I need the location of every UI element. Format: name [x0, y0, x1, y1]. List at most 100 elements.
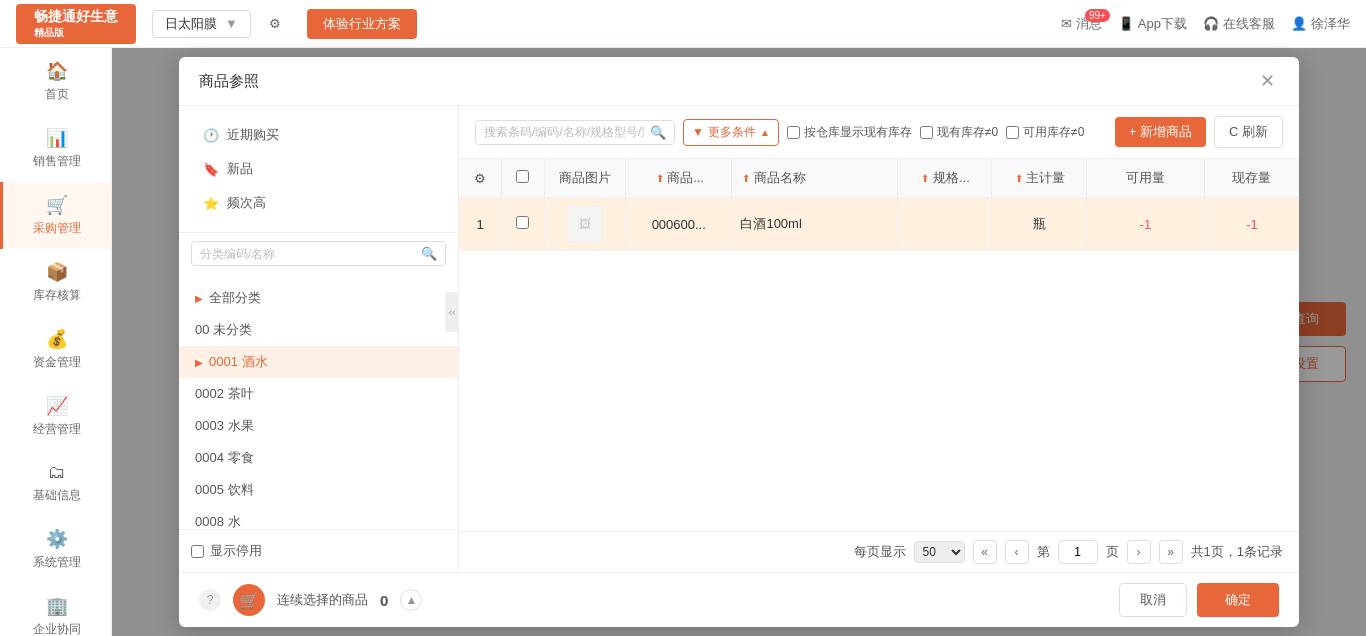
sidebar-item-home[interactable]: 🏠 首页: [0, 48, 111, 115]
continuous-label: 连续选择的商品: [277, 591, 368, 609]
sidebar-item-inventory[interactable]: 📦 库存核算: [0, 249, 111, 316]
select-all-checkbox[interactable]: [516, 170, 529, 183]
col-spec-header[interactable]: ⬆ 规格...: [897, 159, 992, 198]
product-search-icon[interactable]: 🔍: [650, 125, 666, 140]
show-disabled-checkbox[interactable]: [191, 545, 204, 558]
row-checkbox[interactable]: [516, 216, 529, 229]
sidebar-label-operation: 经营管理: [33, 421, 81, 438]
refresh-button[interactable]: C 刷新: [1214, 116, 1283, 148]
sidebar-item-sales[interactable]: 📊 销售管理: [0, 115, 111, 182]
category-item-0004[interactable]: 0004 零食: [179, 442, 458, 474]
category-item-00[interactable]: 00 未分类: [179, 314, 458, 346]
category-label-00: 00 未分类: [195, 321, 252, 339]
quick-nav: 🕐 近期购买 🔖 新品 ⭐ 频次高: [191, 118, 446, 220]
sidebar-item-operation[interactable]: 📈 经营管理: [0, 383, 111, 450]
category-item-0001[interactable]: ▶ 0001 酒水: [179, 346, 458, 378]
category-search-icon[interactable]: 🔍: [421, 246, 437, 261]
modal-title: 商品参照: [199, 72, 259, 91]
navbar: 畅捷通好生意 精品版 日太阳膜 ▼ ⚙ 体验行业方案 ✉ 消息 99+ 📱 Ap…: [0, 0, 1366, 48]
user-name: 徐泽华: [1311, 15, 1350, 33]
modal-close-button[interactable]: ✕: [1255, 69, 1279, 93]
messages-button[interactable]: ✉ 消息 99+: [1061, 15, 1102, 33]
category-label-0008: 0008 水: [195, 513, 241, 529]
service-label: 在线客服: [1223, 15, 1275, 33]
category-item-0005[interactable]: 0005 饮料: [179, 474, 458, 506]
modal-body: 🕐 近期购买 🔖 新品 ⭐ 频次高: [179, 106, 1299, 572]
checkbox-warehouse-stock[interactable]: 按仓库显示现有库存: [787, 124, 912, 141]
filter-icon: ▼: [692, 125, 704, 139]
col-unit-header[interactable]: ⬆ 主计量: [992, 159, 1087, 198]
category-item-all[interactable]: ▶ 全部分类: [179, 282, 458, 314]
navbar-right: ✉ 消息 99+ 📱 App下载 🎧 在线客服 👤 徐泽华: [1061, 15, 1350, 33]
product-search-input[interactable]: [484, 125, 644, 139]
category-item-0002[interactable]: 0002 茶叶: [179, 378, 458, 410]
sidebar-item-system[interactable]: ⚙️ 系统管理: [0, 516, 111, 583]
category-label-0005: 0005 饮料: [195, 481, 254, 499]
sidebar-label-enterprise: 企业协同: [33, 621, 81, 636]
sidebar-item-finance[interactable]: 💰 资金管理: [0, 316, 111, 383]
app-logo: 畅捷通好生意 精品版: [16, 4, 136, 44]
col-settings[interactable]: ⚙: [459, 159, 502, 198]
page-label: 第: [1037, 543, 1050, 561]
col-name-header[interactable]: ⬆ 商品名称: [732, 159, 897, 198]
home-icon: 🏠: [46, 60, 68, 82]
cancel-button[interactable]: 取消: [1119, 583, 1187, 617]
quick-nav-recent[interactable]: 🕐 近期购买: [191, 118, 446, 152]
sort-icon-spec: ⬆: [921, 173, 929, 184]
filter-more-button[interactable]: ▼ 更多条件 ▲: [683, 119, 779, 146]
continuous-count: 0: [380, 592, 388, 609]
col-avail-header: 可用量: [1086, 159, 1204, 198]
category-item-0008[interactable]: 0008 水: [179, 506, 458, 529]
checkbox-avail-label: 可用库存≠0: [1023, 124, 1084, 141]
modal-header: 商品参照 ✕: [179, 57, 1299, 106]
sidebar-label-inventory: 库存核算: [33, 287, 81, 304]
page-number-input[interactable]: [1058, 540, 1098, 564]
add-product-button[interactable]: + 新增商品: [1115, 117, 1206, 147]
modal-footer: ? 🛒 连续选择的商品 0 ▲ 取消 确定: [179, 572, 1299, 627]
page-size-select[interactable]: 50 10 20 100: [914, 541, 965, 563]
pagination-bar: 每页显示 50 10 20 100 « ‹ 第 页: [459, 531, 1299, 572]
quick-nav-frequent[interactable]: ⭐ 频次高: [191, 186, 446, 220]
checkbox-current-stock[interactable]: 现有库存≠0: [920, 124, 998, 141]
cart-icon[interactable]: 🛒: [233, 584, 265, 616]
category-label-0004: 0004 零食: [195, 449, 254, 467]
collapse-panel-button[interactable]: ‹‹: [445, 292, 459, 332]
show-disabled-section: 显示停用: [179, 529, 458, 572]
help-icon[interactable]: ?: [199, 589, 221, 611]
frequent-label: 频次高: [227, 194, 266, 212]
checkbox-avail-stock[interactable]: 可用库存≠0: [1006, 124, 1084, 141]
first-page-button[interactable]: «: [973, 540, 997, 564]
last-page-button[interactable]: »: [1159, 540, 1183, 564]
category-search-input[interactable]: [200, 247, 415, 261]
sidebar: 🏠 首页 📊 销售管理 🛒 采购管理 📦 库存核算 💰 资金管理 📈 经营管理 …: [0, 48, 112, 636]
next-page-button[interactable]: ›: [1127, 540, 1151, 564]
col-code-header[interactable]: ⬆ 商品...: [626, 159, 732, 198]
row-img: 🖼: [544, 198, 626, 251]
settings-icon[interactable]: ⚙: [259, 8, 291, 40]
modal-right-panel: 🔍 ▼ 更多条件 ▲ 按仓库显示现有库存: [459, 106, 1299, 572]
collapse-footer-button[interactable]: ▲: [400, 589, 422, 611]
confirm-button[interactable]: 确定: [1197, 583, 1279, 617]
company-dropdown[interactable]: 日太阳膜 ▼: [152, 10, 251, 38]
product-table-wrap: ⚙ 商品图片 ⬆: [459, 159, 1299, 531]
show-disabled-label[interactable]: 显示停用: [210, 542, 262, 560]
logo-line1: 畅捷通好生意: [34, 8, 118, 26]
product-search-bar: 🔍: [475, 120, 675, 145]
user-avatar[interactable]: 👤 徐泽华: [1291, 15, 1350, 33]
table-row[interactable]: 1 🖼 000600... 白酒100ml: [459, 198, 1299, 251]
app-download-button[interactable]: 📱 App下载: [1118, 15, 1187, 33]
new-label: 新品: [227, 160, 253, 178]
sidebar-item-basic[interactable]: 🗂 基础信息: [0, 450, 111, 516]
sidebar-label-purchase: 采购管理: [33, 220, 81, 237]
filter-label: 更多条件: [708, 124, 756, 141]
category-item-0003[interactable]: 0003 水果: [179, 410, 458, 442]
sidebar-item-enterprise[interactable]: 🏢 企业协同: [0, 583, 111, 636]
app-label: App下载: [1138, 15, 1187, 33]
expand-icon-all: ▶: [195, 293, 203, 304]
sidebar-item-purchase[interactable]: 🛒 采购管理: [0, 182, 111, 249]
quick-nav-new[interactable]: 🔖 新品: [191, 152, 446, 186]
row-check[interactable]: [502, 198, 545, 251]
experience-button[interactable]: 体验行业方案: [307, 9, 417, 39]
service-button[interactable]: 🎧 在线客服: [1203, 15, 1275, 33]
prev-page-button[interactable]: ‹: [1005, 540, 1029, 564]
